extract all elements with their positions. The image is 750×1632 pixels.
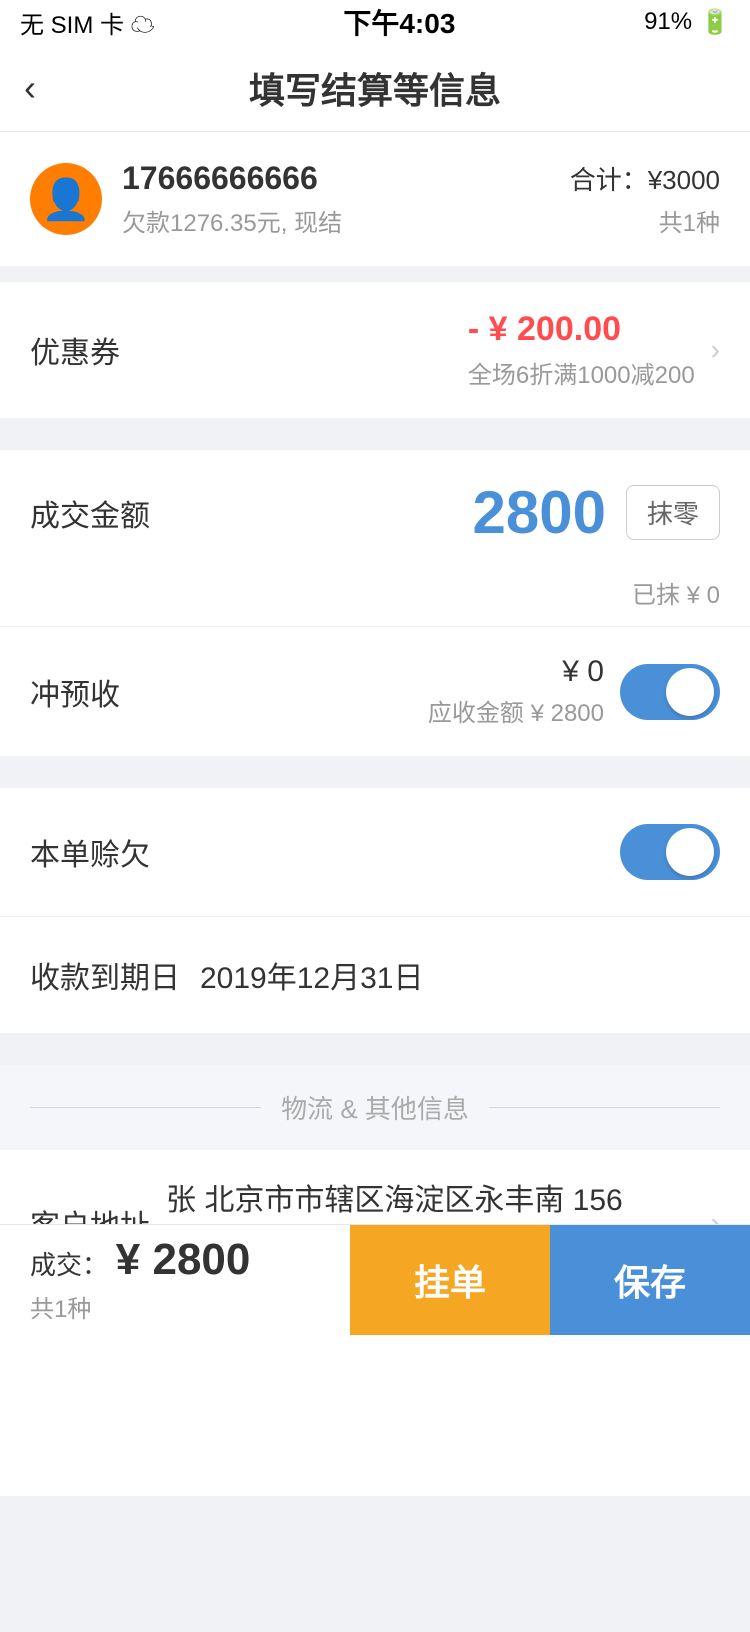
chong-values: ¥ 0 应收金额 ¥ 2800 bbox=[428, 655, 604, 728]
divider-line-right bbox=[489, 1107, 720, 1108]
chong-right: ¥ 0 应收金额 ¥ 2800 bbox=[428, 655, 720, 728]
coupon-right: - ¥ 200.00 全场6折满1000减200 › bbox=[468, 310, 720, 390]
toggle-knob bbox=[666, 668, 714, 716]
status-left: 无 SIM 卡 ☁ bbox=[20, 5, 155, 40]
chong-label: 冲预收 bbox=[30, 670, 120, 714]
status-time: 下午4:03 bbox=[343, 2, 455, 42]
section-separator-1 bbox=[0, 434, 750, 450]
chong-yushou-row: 冲预收 ¥ 0 应收金额 ¥ 2800 bbox=[0, 626, 750, 756]
content: 👤 17666666666 欠款1276.35元, 现结 合计：¥3000 共1… bbox=[0, 132, 750, 1632]
deal-right: 2800 抹零 bbox=[473, 478, 721, 547]
coupon-card: 优惠券 - ¥ 200.00 全场6折满1000减200 › bbox=[0, 282, 750, 418]
hang-button[interactable]: 挂单 bbox=[350, 1225, 550, 1335]
bendan-toggle-knob bbox=[666, 828, 714, 876]
page-title: 填写结算等信息 bbox=[249, 62, 501, 114]
chong-sub: 应收金额 ¥ 2800 bbox=[428, 693, 604, 728]
avatar: 👤 bbox=[30, 163, 102, 235]
customer-left: 👤 17666666666 欠款1276.35元, 现结 bbox=[30, 160, 342, 238]
battery-icon: 🔋 bbox=[700, 8, 730, 37]
bendan-card: 本单赊欠 收款到期日 2019年12月31日 bbox=[0, 788, 750, 1033]
chong-value: ¥ 0 bbox=[428, 655, 604, 689]
customer-info: 17666666666 欠款1276.35元, 现结 bbox=[122, 160, 342, 238]
battery-status: 91% bbox=[644, 8, 692, 36]
chong-toggle[interactable] bbox=[620, 664, 720, 720]
sim-status: 无 SIM 卡 ☁ bbox=[20, 5, 155, 40]
coupon-value: - ¥ 200.00 bbox=[468, 310, 695, 349]
coupon-sub: 全场6折满1000减200 bbox=[468, 355, 695, 390]
status-bar: 无 SIM 卡 ☁ 下午4:03 91% 🔋 bbox=[0, 0, 750, 44]
bendan-label: 本单赊欠 bbox=[30, 830, 150, 874]
logistics-section-title: 物流 & 其他信息 bbox=[281, 1089, 469, 1126]
avatar-icon: 👤 bbox=[41, 176, 91, 223]
section-separator-3 bbox=[0, 1049, 750, 1065]
bendan-row: 本单赊欠 bbox=[0, 788, 750, 916]
deal-sub: 已抹 ¥ 0 bbox=[0, 575, 750, 626]
bottom-bar: 成交： ¥ 2800 共1种 挂单 保存 bbox=[0, 1224, 750, 1334]
chevron-right-icon: › bbox=[711, 334, 720, 366]
logistics-divider: 物流 & 其他信息 bbox=[0, 1065, 750, 1150]
bottom-deal-label: 成交： bbox=[30, 1250, 108, 1280]
total-label: 合计：¥3000 bbox=[570, 160, 720, 197]
bottom-amount: ¥ 2800 bbox=[116, 1235, 251, 1284]
round-zero-button[interactable]: 抹零 bbox=[626, 485, 720, 540]
divider-line-left bbox=[30, 1107, 261, 1108]
back-button[interactable]: ‹ bbox=[24, 67, 36, 109]
due-date-label: 收款到期日 bbox=[30, 953, 180, 997]
deal-amount-row: 成交金额 2800 抹零 bbox=[0, 450, 750, 575]
deal-amount-card: 成交金额 2800 抹零 已抹 ¥ 0 冲预收 ¥ 0 应收金额 ¥ 2800 bbox=[0, 450, 750, 756]
nav-bar: ‹ 填写结算等信息 bbox=[0, 44, 750, 132]
due-date-value: 2019年12月31日 bbox=[200, 953, 423, 997]
coupon-label: 优惠券 bbox=[30, 328, 120, 372]
deal-amount-value: 2800 bbox=[473, 478, 606, 547]
save-button[interactable]: 保存 bbox=[550, 1225, 750, 1335]
customer-phone: 17666666666 bbox=[122, 160, 342, 197]
bottom-deal-line: 成交： ¥ 2800 bbox=[30, 1235, 320, 1285]
customer-right: 合计：¥3000 共1种 bbox=[570, 160, 720, 238]
customer-row: 👤 17666666666 欠款1276.35元, 现结 合计：¥3000 共1… bbox=[0, 132, 750, 266]
coupon-values: - ¥ 200.00 全场6折满1000减200 bbox=[468, 310, 695, 390]
customer-sub: 欠款1276.35元, 现结 bbox=[122, 203, 342, 238]
status-right: 91% 🔋 bbox=[644, 8, 730, 37]
due-date-row: 收款到期日 2019年12月31日 bbox=[0, 916, 750, 1033]
bottom-info: 成交： ¥ 2800 共1种 bbox=[0, 1235, 350, 1324]
item-count: 共1种 bbox=[570, 203, 720, 238]
coupon-row[interactable]: 优惠券 - ¥ 200.00 全场6折满1000减200 › bbox=[0, 282, 750, 418]
bottom-count: 共1种 bbox=[30, 1289, 320, 1324]
bendan-toggle[interactable] bbox=[620, 824, 720, 880]
section-separator-2 bbox=[0, 772, 750, 788]
deal-amount-label: 成交金额 bbox=[30, 491, 150, 535]
